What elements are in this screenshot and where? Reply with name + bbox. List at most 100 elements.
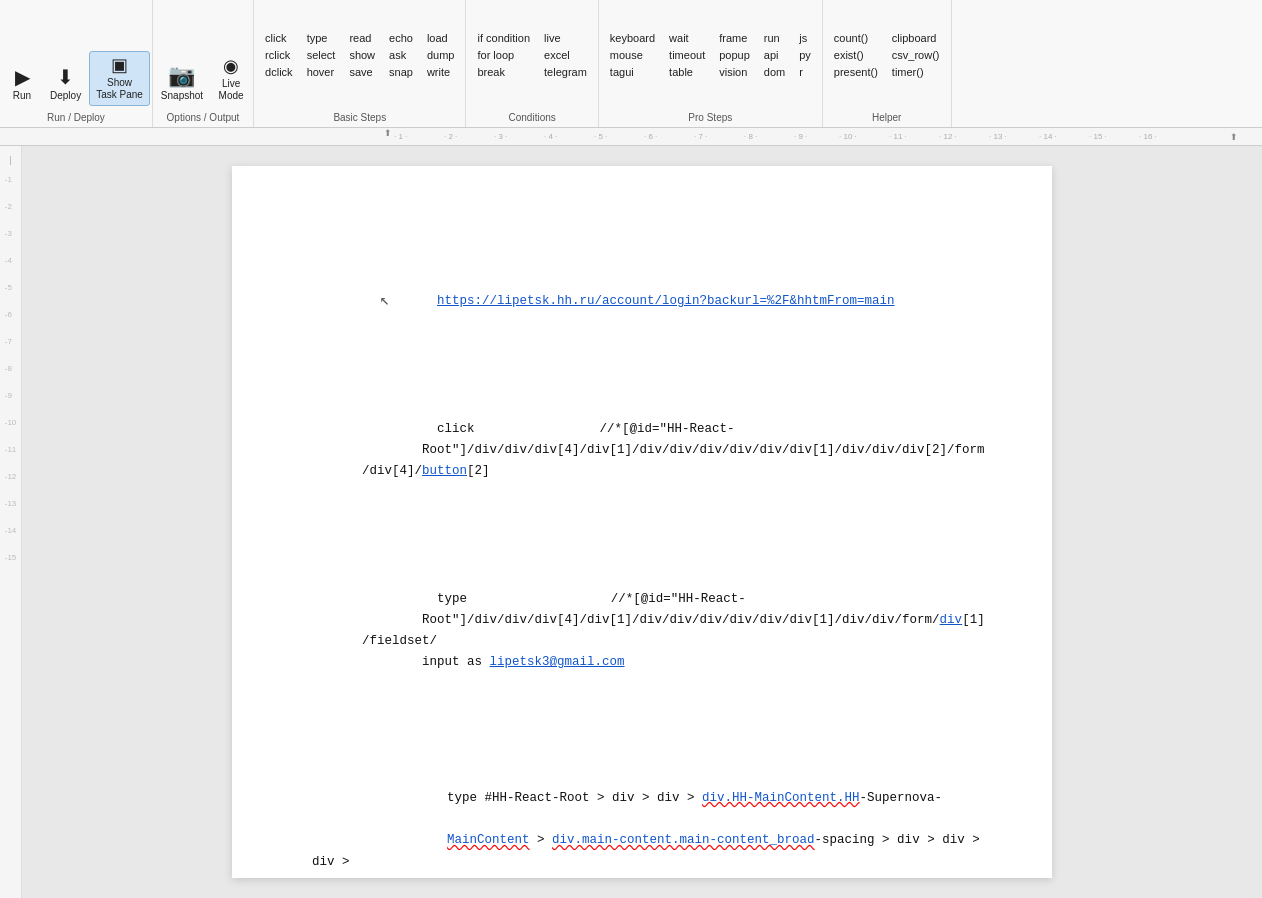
mouse-button[interactable]: mouse bbox=[605, 47, 660, 63]
pro-steps-group: keyboard wait frame run js mouse timeout… bbox=[599, 0, 823, 127]
run-label: Run bbox=[13, 90, 31, 102]
line-num: -5 bbox=[5, 283, 17, 292]
timeout-button[interactable]: timeout bbox=[664, 47, 710, 63]
live-mode-label: LiveMode bbox=[219, 78, 244, 102]
line-num: -11 bbox=[5, 445, 17, 454]
line-num: -9 bbox=[5, 391, 17, 400]
sidebar-marker: | bbox=[9, 155, 11, 165]
run-icon: ▶ bbox=[15, 67, 30, 87]
snapshot-icon: 📷 bbox=[168, 65, 195, 87]
vision-button[interactable]: vision bbox=[714, 64, 755, 80]
line-num: -3 bbox=[5, 229, 17, 238]
read-button[interactable]: read bbox=[344, 30, 380, 46]
r-button[interactable]: r bbox=[794, 64, 816, 80]
csv-row-button[interactable]: csv_row() bbox=[887, 47, 945, 63]
click-button[interactable]: click bbox=[260, 30, 298, 46]
table-button[interactable]: table bbox=[664, 64, 710, 80]
deploy-button[interactable]: ⬇ Deploy bbox=[44, 63, 87, 106]
live-mode-button[interactable]: ◉ LiveMode bbox=[211, 53, 251, 106]
helper-group: count() clipboard exist() csv_row() pres… bbox=[823, 0, 952, 127]
live-mode-icon: ◉ bbox=[223, 57, 239, 75]
tagui-button[interactable]: tagui bbox=[605, 64, 660, 80]
conditions-label: Conditions bbox=[472, 110, 591, 127]
write-button[interactable]: write bbox=[422, 64, 460, 80]
exist-button[interactable]: exist() bbox=[829, 47, 883, 63]
break-button[interactable]: break bbox=[472, 64, 535, 80]
for-loop-button[interactable]: for loop bbox=[472, 47, 535, 63]
line-type-2: type #HH-React-Root > div > div > div.HH… bbox=[312, 767, 992, 899]
snap-button[interactable]: snap bbox=[384, 64, 418, 80]
options-output-label: Options / Output bbox=[155, 110, 251, 127]
dclick-button[interactable]: dclick bbox=[260, 64, 298, 80]
run-deploy-label: Run / Deploy bbox=[2, 110, 150, 127]
helper-label: Helper bbox=[829, 110, 945, 127]
line-numbers: -1 -2 -3 -4 -5 -6 -7 -8 -9 -10 -11 -12 -… bbox=[5, 165, 17, 562]
timer-button[interactable]: timer() bbox=[887, 64, 945, 80]
rclick-button[interactable]: rclick bbox=[260, 47, 298, 63]
deploy-icon: ⬇ bbox=[57, 67, 74, 87]
hover-button[interactable]: hover bbox=[302, 64, 341, 80]
keyword-type: type bbox=[437, 592, 467, 606]
show-task-pane-icon: ▣ bbox=[111, 56, 128, 74]
load-button[interactable]: load bbox=[422, 30, 460, 46]
deploy-label: Deploy bbox=[50, 90, 81, 102]
line-num: -14 bbox=[5, 526, 17, 535]
select-button[interactable]: select bbox=[302, 47, 341, 63]
basic-steps-group: click type read echo load rclick select … bbox=[254, 0, 466, 127]
url-text[interactable]: https://lipetsk.hh.ru/account/login?back… bbox=[437, 294, 895, 308]
popup-button[interactable]: popup bbox=[714, 47, 755, 63]
api-button[interactable]: api bbox=[759, 47, 790, 63]
line-num: -10 bbox=[5, 418, 17, 427]
line-num: -2 bbox=[5, 202, 17, 211]
line-num: -6 bbox=[5, 310, 17, 319]
frame-button[interactable]: frame bbox=[714, 30, 755, 46]
line-num: -4 bbox=[5, 256, 17, 265]
line-num: -15 bbox=[5, 553, 17, 562]
code-content: https://lipetsk.hh.ru/account/login?back… bbox=[312, 206, 992, 898]
line-url: https://lipetsk.hh.ru/account/login?back… bbox=[312, 270, 992, 334]
main-area: | -1 -2 -3 -4 -5 -6 -7 -8 -9 -10 -11 -12… bbox=[0, 146, 1262, 898]
line-num: -7 bbox=[5, 337, 17, 346]
wait-button[interactable]: wait bbox=[664, 30, 710, 46]
excel-button[interactable]: excel bbox=[539, 47, 592, 63]
pro-steps-label: Pro Steps bbox=[605, 110, 816, 127]
left-sidebar: | -1 -2 -3 -4 -5 -6 -7 -8 -9 -10 -11 -12… bbox=[0, 146, 22, 898]
line-num: -1 bbox=[5, 175, 17, 184]
count-button[interactable]: count() bbox=[829, 30, 883, 46]
line-num: -12 bbox=[5, 472, 17, 481]
present-button[interactable]: present() bbox=[829, 64, 883, 80]
document-page: ↖ https://lipetsk.hh.ru/account/login?ba… bbox=[232, 166, 1052, 878]
line-type-1: type//*[@id="HH-React- Root"]/div/div/di… bbox=[312, 567, 992, 695]
js-button[interactable]: js bbox=[794, 30, 816, 46]
basic-steps-label: Basic Steps bbox=[260, 110, 459, 127]
run-button[interactable]: ▶ Run bbox=[2, 63, 42, 106]
keyboard-button[interactable]: keyboard bbox=[605, 30, 660, 46]
show-task-pane-label: ShowTask Pane bbox=[96, 77, 143, 101]
line-click-1: click//*[@id="HH-React- Root"]/div/div/d… bbox=[312, 397, 992, 503]
options-output-group: 📷 Snapshot ◉ LiveMode Options / Output bbox=[153, 0, 254, 127]
line-num: -13 bbox=[5, 499, 17, 508]
clipboard-button[interactable]: clipboard bbox=[887, 30, 945, 46]
run-pro-button[interactable]: run bbox=[759, 30, 790, 46]
dom-button[interactable]: dom bbox=[759, 64, 790, 80]
dump-button[interactable]: dump bbox=[422, 47, 460, 63]
live-button[interactable]: live bbox=[539, 30, 592, 46]
telegram-button[interactable]: telegram bbox=[539, 64, 592, 80]
toolbar: ▶ Run ⬇ Deploy ▣ ShowTask Pane Run / Dep… bbox=[0, 0, 1262, 128]
conditions-group: if condition live for loop excel break t… bbox=[466, 0, 598, 127]
document-canvas[interactable]: ↖ https://lipetsk.hh.ru/account/login?ba… bbox=[22, 146, 1262, 898]
ruler: ⬆ · 1 · · 2 · · 3 · · 4 · · 5 · · 6 · · … bbox=[0, 128, 1262, 146]
save-button[interactable]: save bbox=[344, 64, 380, 80]
py-button[interactable]: py bbox=[794, 47, 816, 63]
snapshot-button[interactable]: 📷 Snapshot bbox=[155, 61, 209, 106]
show-button[interactable]: show bbox=[344, 47, 380, 63]
keyword-click: click bbox=[437, 422, 475, 436]
ask-button[interactable]: ask bbox=[384, 47, 418, 63]
type-button[interactable]: type bbox=[302, 30, 341, 46]
snapshot-label: Snapshot bbox=[161, 90, 203, 102]
echo-button[interactable]: echo bbox=[384, 30, 418, 46]
line-num: -8 bbox=[5, 364, 17, 373]
run-deploy-group: ▶ Run ⬇ Deploy ▣ ShowTask Pane Run / Dep… bbox=[0, 0, 153, 127]
if-condition-button[interactable]: if condition bbox=[472, 30, 535, 46]
show-task-pane-button[interactable]: ▣ ShowTask Pane bbox=[89, 51, 150, 106]
